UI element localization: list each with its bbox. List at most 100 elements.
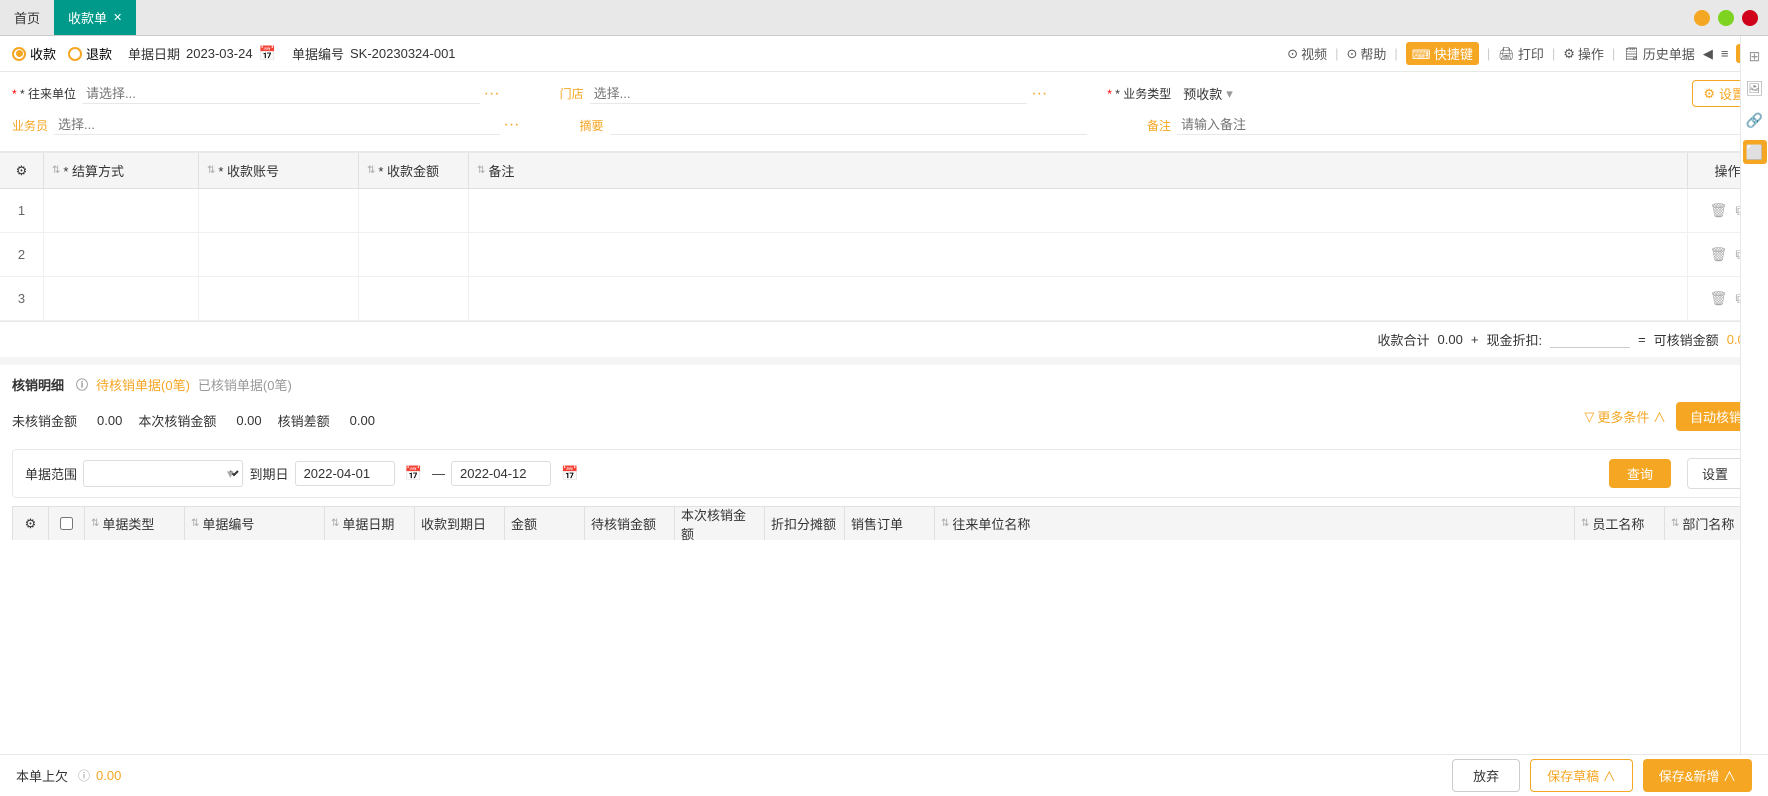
video-btn[interactable]: ⊙ 视频 (1287, 44, 1327, 63)
from-unit-more-icon[interactable]: ··· (484, 85, 500, 103)
discount-input[interactable] (1550, 332, 1630, 348)
right-panel-table-icon[interactable]: ⊞ (1743, 44, 1767, 68)
per-bill-label: 本单上欠 (16, 766, 68, 785)
table-row: 1 🗑 ⧉ (0, 189, 1768, 233)
available-label: 可核销金额 (1654, 330, 1719, 349)
row-num-3: 3 (0, 277, 44, 320)
business-type-arrow-icon[interactable]: ▾ (1226, 86, 1233, 102)
tab-close-icon[interactable]: ✕ (113, 11, 122, 24)
calendar-icon[interactable]: 📅 (259, 45, 276, 62)
equals-sign: = (1638, 332, 1646, 347)
operate-btn[interactable]: ⚙ 操作 (1563, 44, 1604, 63)
row-num-1: 1 (0, 189, 44, 232)
row-delete-icon-1[interactable]: 🗑 (1710, 202, 1728, 219)
row-jiesuan-2[interactable] (44, 233, 199, 276)
summary-row: 收款合计 0.00 + 现金折扣: = 可核销金额 0.00 (0, 321, 1768, 357)
bottom-right: 放弃 保存草稿 ∧ 保存&新增 ∧ (1452, 759, 1752, 792)
more-conditions-btn[interactable]: ▽ 更多条件 ∧ (1584, 407, 1666, 426)
window-close[interactable] (1742, 10, 1758, 26)
row-account-2[interactable] (199, 233, 359, 276)
note-input[interactable] (1177, 115, 1756, 135)
radio-receipt[interactable]: 收款 (12, 44, 56, 63)
store-input[interactable] (590, 84, 1028, 104)
store-label: 门店 (560, 85, 584, 102)
th-settings[interactable]: ⚙ (0, 153, 44, 188)
operate-icon: ⚙ (1563, 46, 1575, 62)
row-jiesuan-1[interactable] (44, 189, 199, 232)
row-delete-icon-3[interactable]: 🗑 (1710, 290, 1728, 307)
row-account-1[interactable] (199, 189, 359, 232)
row-amount-2[interactable] (359, 233, 469, 276)
stat-unrealized-value: 0.00 (97, 413, 122, 428)
due-date-to-input[interactable] (451, 461, 551, 486)
th-jiesuan: ⇅ * 结算方式 (44, 153, 199, 188)
th-account: ⇅ * 收款账号 (199, 153, 359, 188)
radio-refund-dot (68, 47, 82, 61)
window-maximize[interactable] (1718, 10, 1734, 26)
window-minimize[interactable] (1694, 10, 1710, 26)
verify-tab-pending[interactable]: 待核销单据(0笔) (96, 375, 190, 394)
help-btn[interactable]: ⊙ 帮助 (1346, 44, 1386, 63)
select-all-checkbox[interactable] (60, 517, 73, 530)
section-divider (0, 357, 1768, 365)
row-delete-icon-2[interactable]: 🗑 (1710, 246, 1728, 263)
tab-home[interactable]: 首页 (0, 0, 54, 35)
calendar-to-icon[interactable]: 📅 (561, 465, 578, 482)
staff-more-icon[interactable]: ··· (504, 116, 520, 134)
row-remark-2[interactable] (469, 233, 1688, 276)
per-bill-value: 0.00 (96, 768, 121, 783)
row-remark-1[interactable] (469, 189, 1688, 232)
stat-diff-label: 核销差额 (278, 411, 330, 430)
right-panel-scan-icon[interactable]: ⬜ (1743, 140, 1767, 164)
vth-company: ⇅ 往来单位名称 (935, 507, 1575, 540)
radio-refund[interactable]: 退款 (68, 44, 112, 63)
stat-unrealized-label: 未核销金额 (12, 411, 77, 430)
stat-diff-value: 0.00 (350, 413, 375, 428)
draft-button[interactable]: 保存草稿 ∧ (1530, 759, 1633, 792)
vth-checkbox (49, 507, 85, 540)
total-label: 收款合计 (1378, 330, 1430, 349)
from-unit-input[interactable] (82, 84, 480, 104)
tab-bar: 首页 收款单 ✕ (0, 0, 1768, 36)
calendar-from-icon[interactable]: 📅 (405, 465, 422, 482)
due-date-from-input[interactable] (295, 461, 395, 486)
summary-input[interactable] (610, 115, 1087, 135)
shortcut-btn[interactable]: ⌨ 快捷键 (1406, 42, 1479, 65)
vth-num: ⇅ 单据编号 (185, 507, 325, 540)
history-btn[interactable]: 🗒 历史单据 (1623, 44, 1695, 63)
radio-refund-label: 退款 (86, 44, 112, 63)
window-controls (1694, 10, 1768, 26)
vth-discount: 折扣分摊额 (765, 507, 845, 540)
right-panel-link-icon[interactable]: 🔗 (1743, 108, 1767, 132)
staff-input[interactable] (54, 115, 500, 135)
settings-icon-verify[interactable]: ⚙ (25, 516, 37, 532)
row-jiesuan-3[interactable] (44, 277, 199, 320)
tab-receipt[interactable]: 收款单 ✕ (54, 0, 136, 35)
nav-list[interactable]: ≡ (1721, 46, 1729, 61)
nav-prev[interactable]: ◀ (1703, 46, 1713, 62)
bottom-bar: 本单上欠 ⓘ 0.00 放弃 保存草稿 ∧ 保存&新增 ∧ (0, 754, 1768, 796)
print-btn[interactable]: 🖨 打印 (1498, 44, 1544, 63)
th-remark: ⇅ 备注 (469, 153, 1688, 188)
doc-range-select[interactable] (83, 460, 243, 487)
history-icon: 🗒 (1623, 46, 1640, 62)
vth-this: 本次核销金额 (675, 507, 765, 540)
query-button[interactable]: 查询 (1609, 459, 1671, 488)
settings-icon: ⚙ (1703, 86, 1715, 102)
row-amount-1[interactable] (359, 189, 469, 232)
row-remark-3[interactable] (469, 277, 1688, 320)
summary-label: 摘要 (580, 117, 604, 134)
verify-toolbar: ▽ 更多条件 ∧ 自动核销 (1584, 402, 1756, 431)
row-amount-3[interactable] (359, 277, 469, 320)
store-more-icon[interactable]: ··· (1031, 85, 1047, 103)
row-account-3[interactable] (199, 277, 359, 320)
verify-info-icon[interactable]: ⓘ (76, 376, 88, 393)
right-panel-image-icon[interactable]: 🖼 (1743, 76, 1767, 100)
abandon-button[interactable]: 放弃 (1452, 759, 1520, 792)
date-value: 2023-03-24 (186, 46, 253, 61)
per-bill-info-icon[interactable]: ⓘ (78, 767, 90, 784)
form-row-1: * 往来单位 ··· 门店 ··· * 业务类型 预收款 ▾ ⚙ 设置 (12, 80, 1756, 107)
row-num-2: 2 (0, 233, 44, 276)
filter-settings-button[interactable]: 设置 (1687, 458, 1743, 489)
save-new-button[interactable]: 保存&新增 ∧ (1643, 759, 1752, 792)
